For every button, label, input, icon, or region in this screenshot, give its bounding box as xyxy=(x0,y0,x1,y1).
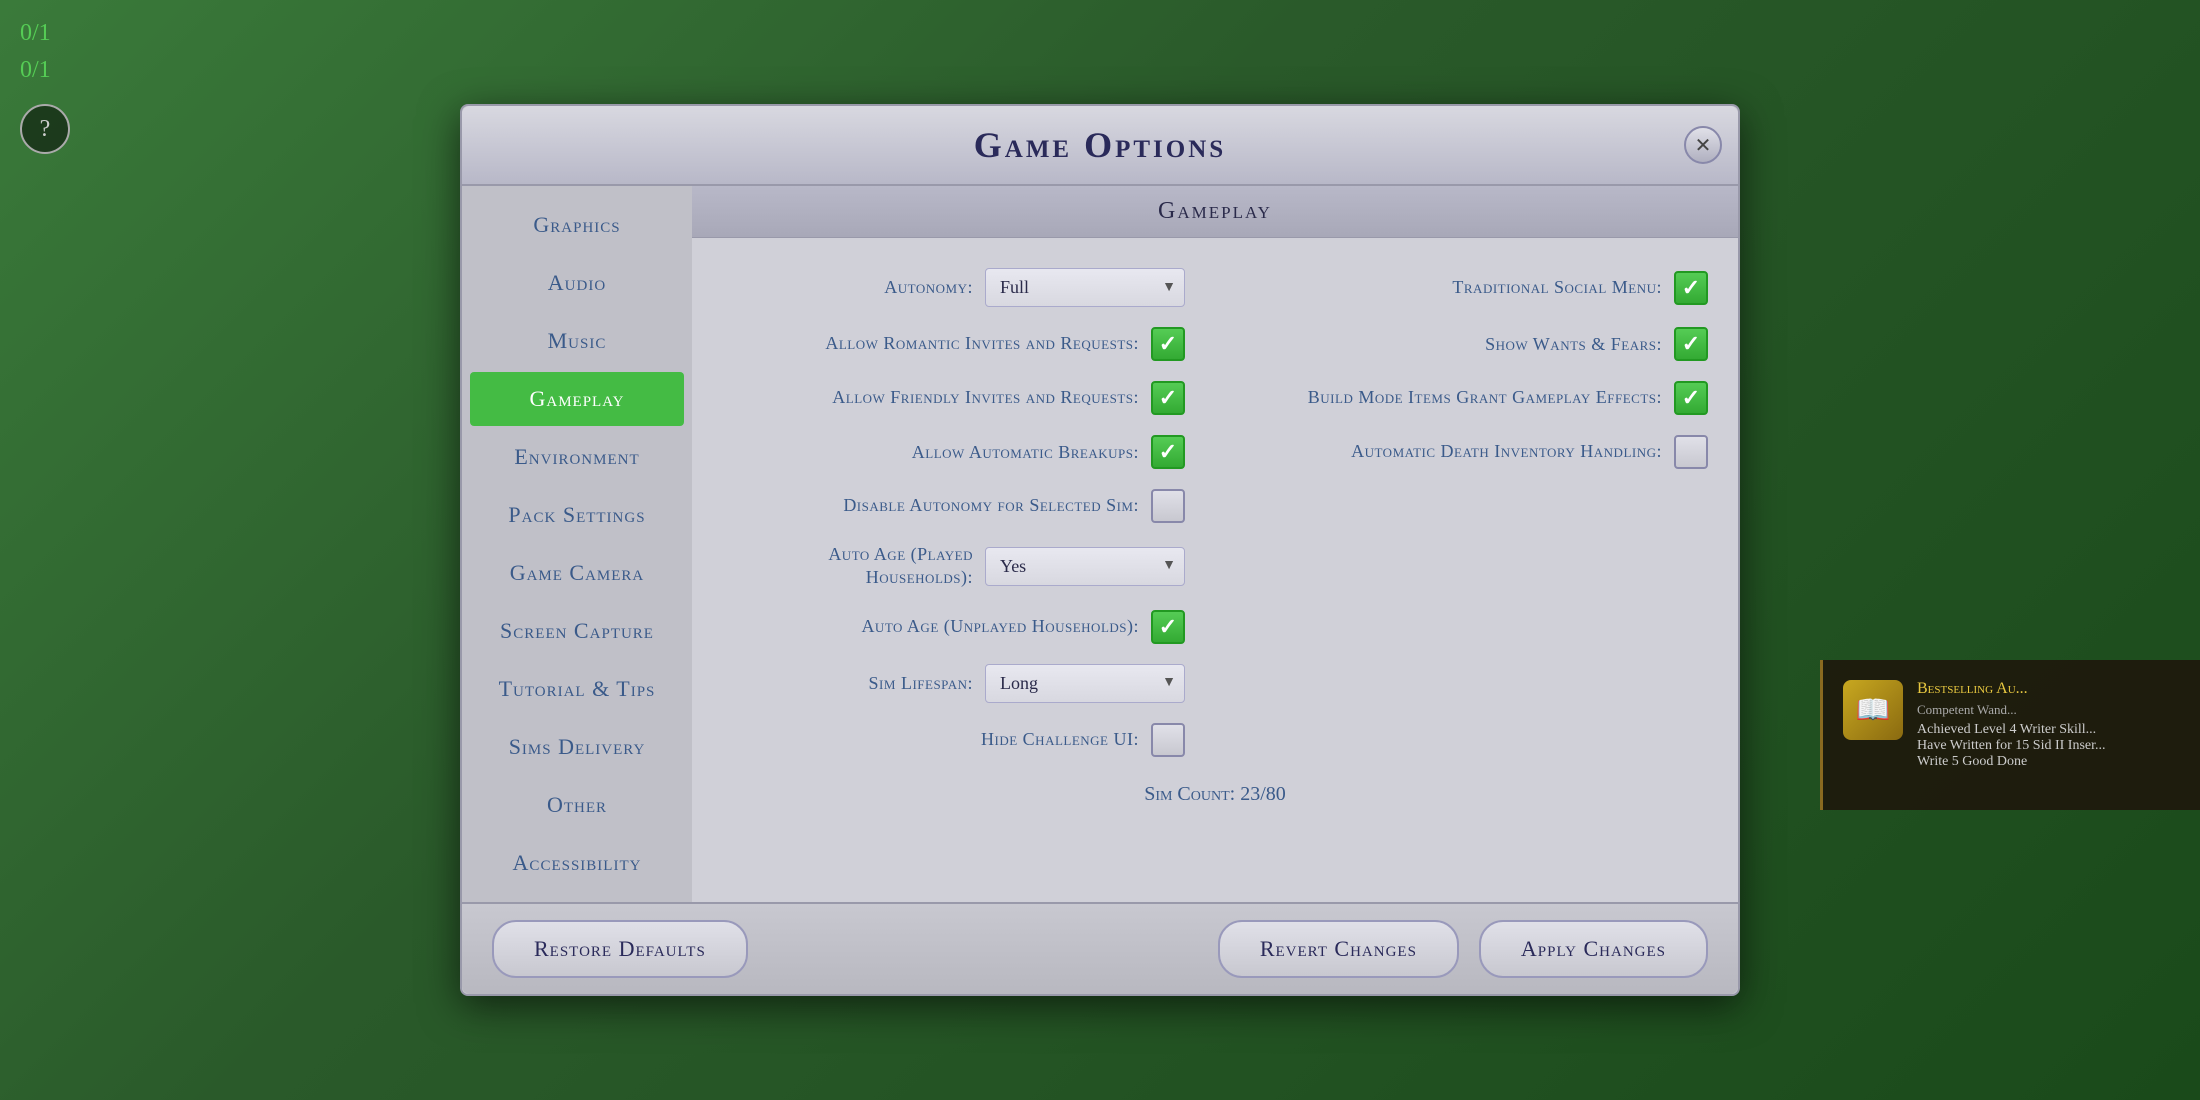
modal-title: Game Options xyxy=(502,124,1698,166)
modal-footer: Restore Defaults Revert Changes Apply Ch… xyxy=(462,902,1738,994)
build-mode-checkbox[interactable]: ✓ xyxy=(1674,381,1708,415)
hide-challenge-row: Hide Challenge UI: xyxy=(722,713,1185,767)
allow-romantic-label: Allow Romantic Invites and Requests: xyxy=(825,332,1139,355)
sidebar-item-other[interactable]: Other xyxy=(470,778,684,832)
spacer4 xyxy=(1245,654,1708,713)
restore-defaults-button[interactable]: Restore Defaults xyxy=(492,920,748,978)
spacer2 xyxy=(1245,533,1708,600)
modal-header: Game Options ✕ xyxy=(462,106,1738,186)
sidebar: Graphics Audio Music Gameplay Environmen… xyxy=(462,186,692,902)
disable-autonomy-row: Disable Autonomy for Selected Sim: xyxy=(722,479,1185,533)
allow-breakups-checkbox[interactable]: ✓ xyxy=(1151,435,1185,469)
content-area: Gameplay Autonomy: Full ▼ Traditional So… xyxy=(692,186,1738,902)
auto-age-unplayed-label: Auto Age (Unplayed Households): xyxy=(861,615,1139,638)
dropdown-arrow-icon: ▼ xyxy=(1162,280,1176,296)
sidebar-item-screen-capture[interactable]: Screen Capture xyxy=(470,604,684,658)
footer-right-buttons: Revert Changes Apply Changes xyxy=(1218,920,1708,978)
allow-breakups-row: Allow Automatic Breakups: ✓ xyxy=(722,425,1185,479)
autonomy-dropdown[interactable]: Full ▼ xyxy=(985,268,1185,307)
allow-friendly-row: Allow Friendly Invites and Requests: ✓ xyxy=(722,371,1185,425)
allow-friendly-label: Allow Friendly Invites and Requests: xyxy=(832,386,1139,409)
sidebar-item-gameplay[interactable]: Gameplay xyxy=(470,372,684,426)
auto-age-unplayed-row: Auto Age (Unplayed Households): ✓ xyxy=(722,600,1185,654)
spacer3 xyxy=(1245,600,1708,654)
sidebar-item-audio[interactable]: Audio xyxy=(470,256,684,310)
traditional-social-menu-label: Traditional Social Menu: xyxy=(1452,277,1662,298)
sim-count-label: Sim Count: xyxy=(1144,783,1235,805)
autonomy-row: Autonomy: Full ▼ xyxy=(722,258,1185,317)
auto-death-checkbox[interactable] xyxy=(1674,435,1708,469)
section-header: Gameplay xyxy=(692,186,1738,238)
build-mode-label: Build Mode Items Grant Gameplay Effects: xyxy=(1308,386,1662,409)
allow-breakups-label: Allow Automatic Breakups: xyxy=(912,442,1139,463)
auto-age-played-label: Auto Age (Played Households): xyxy=(722,543,973,590)
checkmark-icon: ✓ xyxy=(1682,385,1700,411)
content-inner: Autonomy: Full ▼ Traditional Social Menu… xyxy=(692,238,1738,842)
sidebar-item-pack-settings[interactable]: Pack Settings xyxy=(470,488,684,542)
allow-friendly-checkbox[interactable]: ✓ xyxy=(1151,381,1185,415)
sidebar-item-environment[interactable]: Environment xyxy=(470,430,684,484)
sim-lifespan-label: Sim Lifespan: xyxy=(869,673,973,694)
sidebar-item-sims-delivery[interactable]: Sims Delivery xyxy=(470,720,684,774)
sim-lifespan-dropdown[interactable]: Long ▼ xyxy=(985,664,1185,703)
allow-romantic-checkbox[interactable]: ✓ xyxy=(1151,327,1185,361)
build-mode-row: Build Mode Items Grant Gameplay Effects:… xyxy=(1245,371,1708,425)
revert-changes-button[interactable]: Revert Changes xyxy=(1218,920,1459,978)
close-button[interactable]: ✕ xyxy=(1684,126,1722,164)
checkmark-icon: ✓ xyxy=(1159,385,1177,411)
checkmark-icon: ✓ xyxy=(1682,275,1700,301)
apply-changes-button[interactable]: Apply Changes xyxy=(1479,920,1708,978)
sidebar-item-graphics[interactable]: Graphics xyxy=(470,198,684,252)
spacer5 xyxy=(1245,713,1708,767)
autonomy-label: Autonomy: xyxy=(884,277,973,298)
checkmark-icon: ✓ xyxy=(1682,331,1700,357)
auto-death-row: Automatic Death Inventory Handling: xyxy=(1245,425,1708,479)
dropdown-arrow-icon: ▼ xyxy=(1162,558,1176,574)
show-wants-fears-row: Show Wants & Fears: ✓ xyxy=(1245,317,1708,371)
sidebar-item-game-camera[interactable]: Game Camera xyxy=(470,546,684,600)
auto-age-unplayed-checkbox[interactable]: ✓ xyxy=(1151,610,1185,644)
traditional-social-menu-row: Traditional Social Menu: ✓ xyxy=(1245,258,1708,317)
sidebar-item-tutorial-tips[interactable]: Tutorial & Tips xyxy=(470,662,684,716)
checkmark-icon: ✓ xyxy=(1159,439,1177,465)
dropdown-arrow-icon: ▼ xyxy=(1162,675,1176,691)
show-wants-fears-checkbox[interactable]: ✓ xyxy=(1674,327,1708,361)
hide-challenge-checkbox[interactable] xyxy=(1151,723,1185,757)
show-wants-fears-label: Show Wants & Fears: xyxy=(1485,334,1662,355)
spacer xyxy=(1245,479,1708,533)
sidebar-item-accessibility[interactable]: Accessibility xyxy=(470,836,684,890)
allow-romantic-row: Allow Romantic Invites and Requests: ✓ xyxy=(722,317,1185,371)
checkmark-icon: ✓ xyxy=(1159,331,1177,357)
auto-age-played-row: Auto Age (Played Households): Yes ▼ xyxy=(722,533,1185,600)
auto-age-played-dropdown[interactable]: Yes ▼ xyxy=(985,547,1185,586)
auto-death-label: Automatic Death Inventory Handling: xyxy=(1351,440,1662,463)
checkmark-icon: ✓ xyxy=(1159,614,1177,640)
game-options-modal: Game Options ✕ Graphics Audio Music Game… xyxy=(460,104,1740,996)
modal-body: Graphics Audio Music Gameplay Environmen… xyxy=(462,186,1738,902)
disable-autonomy-label: Disable Autonomy for Selected Sim: xyxy=(843,494,1139,517)
modal-backdrop: Game Options ✕ Graphics Audio Music Game… xyxy=(0,0,2200,1100)
sim-count-row: Sim Count: 23/80 xyxy=(722,767,1708,822)
sim-lifespan-row: Sim Lifespan: Long ▼ xyxy=(722,654,1185,713)
hide-challenge-label: Hide Challenge UI: xyxy=(981,729,1139,750)
sidebar-item-music[interactable]: Music xyxy=(470,314,684,368)
sim-count-value: 23/80 xyxy=(1240,783,1286,805)
disable-autonomy-checkbox[interactable] xyxy=(1151,489,1185,523)
traditional-social-menu-checkbox[interactable]: ✓ xyxy=(1674,271,1708,305)
